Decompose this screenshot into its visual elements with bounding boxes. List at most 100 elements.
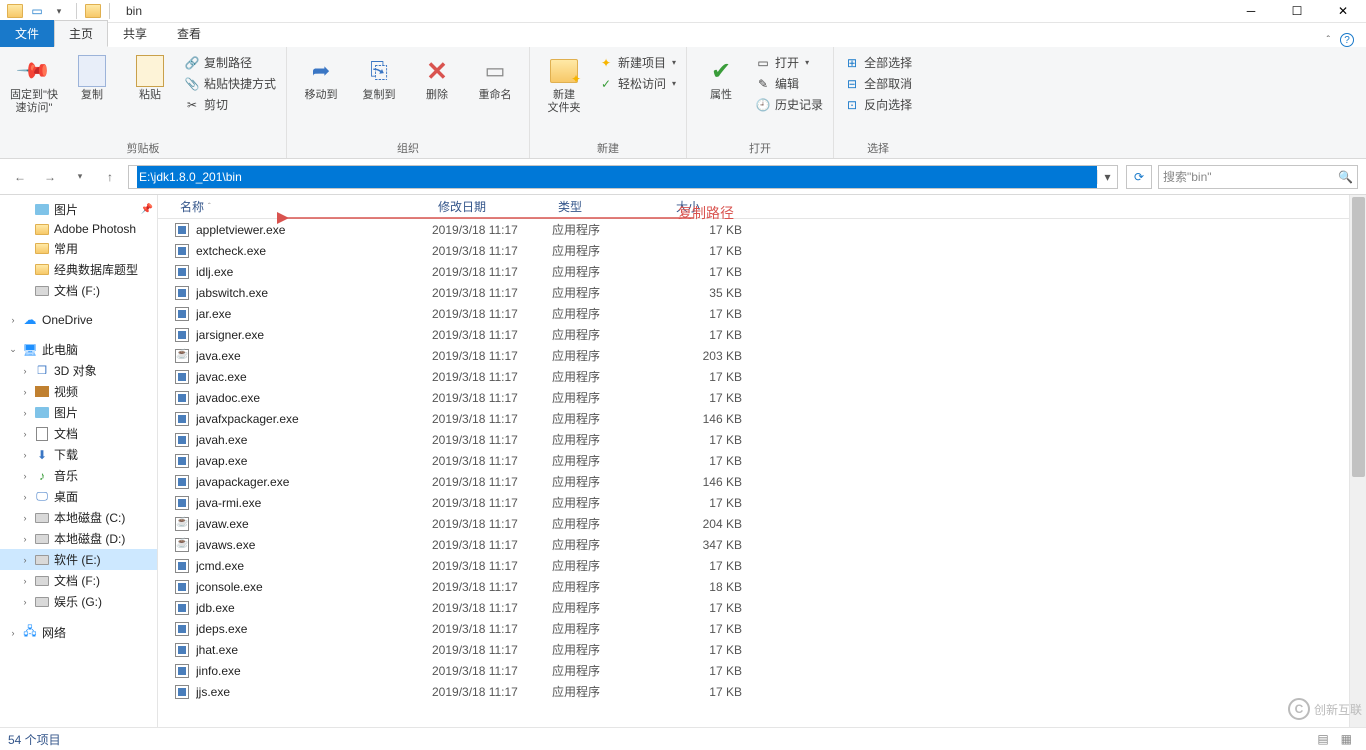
table-row[interactable]: jcmd.exe2019/3/18 11:17应用程序17 KB xyxy=(158,555,1366,576)
sidebar-item[interactable]: ›娱乐 (G:) xyxy=(0,591,157,612)
tree-expander-icon[interactable]: › xyxy=(20,408,30,418)
properties-button[interactable]: ✔ 属性 xyxy=(695,51,747,102)
sidebar-item[interactable]: 文档 (F:) xyxy=(0,280,157,301)
delete-button[interactable]: ✕ 删除 xyxy=(411,51,463,102)
close-button[interactable]: ✕ xyxy=(1320,0,1366,23)
refresh-button[interactable]: ⟳ xyxy=(1126,165,1152,189)
nav-recent-dropdown[interactable]: ▾ xyxy=(68,165,92,189)
table-row[interactable]: jconsole.exe2019/3/18 11:17应用程序18 KB xyxy=(158,576,1366,597)
table-row[interactable]: javapackager.exe2019/3/18 11:17应用程序146 K… xyxy=(158,471,1366,492)
qat-dropdown-icon[interactable]: ▾ xyxy=(50,2,68,20)
table-row[interactable]: jjs.exe2019/3/18 11:17应用程序17 KB xyxy=(158,681,1366,702)
scrollbar-thumb[interactable] xyxy=(1352,197,1365,477)
paste-shortcut-button[interactable]: 📎粘贴快捷方式 xyxy=(182,74,278,93)
tree-expander-icon[interactable]: › xyxy=(20,429,30,439)
vertical-scrollbar[interactable] xyxy=(1349,195,1366,727)
file-rows[interactable]: appletviewer.exe2019/3/18 11:17应用程序17 KB… xyxy=(158,219,1366,727)
sidebar-item[interactable]: 图片📌 xyxy=(0,199,157,220)
tab-view[interactable]: 查看 xyxy=(162,20,216,47)
search-input[interactable] xyxy=(1163,170,1338,184)
table-row[interactable]: jdeps.exe2019/3/18 11:17应用程序17 KB xyxy=(158,618,1366,639)
table-row[interactable]: jar.exe2019/3/18 11:17应用程序17 KB xyxy=(158,303,1366,324)
tree-expander-icon[interactable]: › xyxy=(20,366,30,376)
sidebar-item[interactable]: ›🖵桌面 xyxy=(0,486,157,507)
view-large-icons-icon[interactable]: ▦ xyxy=(1335,730,1358,748)
sidebar-item[interactable]: ›视频 xyxy=(0,381,157,402)
sidebar-item[interactable]: 常用 xyxy=(0,238,157,259)
ribbon-help-icon[interactable]: ? xyxy=(1340,33,1354,47)
sidebar-item[interactable]: ›本地磁盘 (D:) xyxy=(0,528,157,549)
tab-share[interactable]: 共享 xyxy=(108,20,162,47)
ribbon-collapse-icon[interactable]: ˆ xyxy=(1327,35,1330,46)
move-to-button[interactable]: ➦ 移动到 xyxy=(295,51,347,102)
table-row[interactable]: javac.exe2019/3/18 11:17应用程序17 KB xyxy=(158,366,1366,387)
sidebar-item[interactable]: ›文档 (F:) xyxy=(0,570,157,591)
table-row[interactable]: javadoc.exe2019/3/18 11:17应用程序17 KB xyxy=(158,387,1366,408)
sidebar-item[interactable]: ›图片 xyxy=(0,402,157,423)
view-details-icon[interactable]: ▤ xyxy=(1311,730,1334,748)
col-header-name[interactable]: 名称ˆ xyxy=(174,198,432,215)
tree-expander-icon[interactable]: › xyxy=(20,513,30,523)
table-row[interactable]: jarsigner.exe2019/3/18 11:17应用程序17 KB xyxy=(158,324,1366,345)
table-row[interactable]: idlj.exe2019/3/18 11:17应用程序17 KB xyxy=(158,261,1366,282)
qat-explorer-icon[interactable] xyxy=(6,2,24,20)
tree-expander-icon[interactable]: › xyxy=(20,555,30,565)
tree-expander-icon[interactable]: › xyxy=(20,492,30,502)
select-none-button[interactable]: ⊟全部取消 xyxy=(842,74,914,93)
copy-to-button[interactable]: ⎘ 复制到 xyxy=(353,51,405,102)
address-dropdown-icon[interactable]: ▾ xyxy=(1097,170,1117,184)
rename-button[interactable]: ▭ 重命名 xyxy=(469,51,521,102)
table-row[interactable]: jdb.exe2019/3/18 11:17应用程序17 KB xyxy=(158,597,1366,618)
new-folder-button[interactable]: 新建 文件夹 xyxy=(538,51,590,115)
sidebar-item[interactable]: ›文档 xyxy=(0,423,157,444)
col-header-date[interactable]: 修改日期 xyxy=(432,198,552,215)
open-button[interactable]: ▭打开▾ xyxy=(753,53,825,72)
cut-button[interactable]: ✂剪切 xyxy=(182,95,278,114)
nav-forward-button[interactable]: → xyxy=(38,165,62,189)
table-row[interactable]: javah.exe2019/3/18 11:17应用程序17 KB xyxy=(158,429,1366,450)
table-row[interactable]: javaw.exe2019/3/18 11:17应用程序204 KB xyxy=(158,513,1366,534)
easy-access-button[interactable]: ✓轻松访问▾ xyxy=(596,74,678,93)
sidebar-item[interactable]: Adobe Photosh xyxy=(0,220,157,238)
sidebar-item[interactable]: ›软件 (E:) xyxy=(0,549,157,570)
table-row[interactable]: jinfo.exe2019/3/18 11:17应用程序17 KB xyxy=(158,660,1366,681)
tree-expander-icon[interactable]: › xyxy=(20,450,30,460)
sidebar-item[interactable]: ⌄🖥此电脑 xyxy=(0,339,157,360)
history-button[interactable]: 🕘历史记录 xyxy=(753,95,825,114)
tab-file[interactable]: 文件 xyxy=(0,20,54,47)
tab-home[interactable]: 主页 xyxy=(54,20,108,47)
pin-to-quick-access-button[interactable]: 📌 固定到"快 速访问" xyxy=(8,51,60,115)
table-row[interactable]: jabswitch.exe2019/3/18 11:17应用程序35 KB xyxy=(158,282,1366,303)
table-row[interactable]: javaws.exe2019/3/18 11:17应用程序347 KB xyxy=(158,534,1366,555)
address-input[interactable] xyxy=(137,166,1097,188)
nav-up-button[interactable]: ↑ xyxy=(98,165,122,189)
col-header-type[interactable]: 类型 xyxy=(552,198,670,215)
sidebar-item[interactable]: 经典数据库题型 xyxy=(0,259,157,280)
edit-button[interactable]: ✎编辑 xyxy=(753,74,825,93)
table-row[interactable]: java-rmi.exe2019/3/18 11:17应用程序17 KB xyxy=(158,492,1366,513)
copy-button[interactable]: 复制 xyxy=(66,51,118,102)
copy-path-button[interactable]: 🔗复制路径 xyxy=(182,53,278,72)
tree-expander-icon[interactable]: › xyxy=(8,628,18,638)
tree-expander-icon[interactable]: › xyxy=(20,471,30,481)
tree-expander-icon[interactable]: › xyxy=(20,576,30,586)
tree-expander-icon[interactable]: ⌄ xyxy=(8,344,18,355)
minimize-button[interactable]: ─ xyxy=(1228,0,1274,23)
maximize-button[interactable]: ☐ xyxy=(1274,0,1320,23)
sidebar-item[interactable]: ›❒3D 对象 xyxy=(0,360,157,381)
table-row[interactable]: javap.exe2019/3/18 11:17应用程序17 KB xyxy=(158,450,1366,471)
nav-back-button[interactable]: ← xyxy=(8,165,32,189)
sidebar-item[interactable]: ›⬇下载 xyxy=(0,444,157,465)
tree-expander-icon[interactable]: › xyxy=(20,387,30,397)
qat-properties-icon[interactable]: ▭ xyxy=(28,2,46,20)
new-item-button[interactable]: ✦新建项目▾ xyxy=(596,53,678,72)
select-all-button[interactable]: ⊞全部选择 xyxy=(842,53,914,72)
search-box[interactable]: 🔍 xyxy=(1158,165,1358,189)
table-row[interactable]: extcheck.exe2019/3/18 11:17应用程序17 KB xyxy=(158,240,1366,261)
table-row[interactable]: jhat.exe2019/3/18 11:17应用程序17 KB xyxy=(158,639,1366,660)
sidebar-item[interactable]: ›本地磁盘 (C:) xyxy=(0,507,157,528)
sidebar[interactable]: 图片📌Adobe Photosh常用经典数据库题型文档 (F:)›☁OneDri… xyxy=(0,195,158,727)
tree-expander-icon[interactable]: › xyxy=(20,597,30,607)
table-row[interactable]: appletviewer.exe2019/3/18 11:17应用程序17 KB xyxy=(158,219,1366,240)
table-row[interactable]: java.exe2019/3/18 11:17应用程序203 KB xyxy=(158,345,1366,366)
